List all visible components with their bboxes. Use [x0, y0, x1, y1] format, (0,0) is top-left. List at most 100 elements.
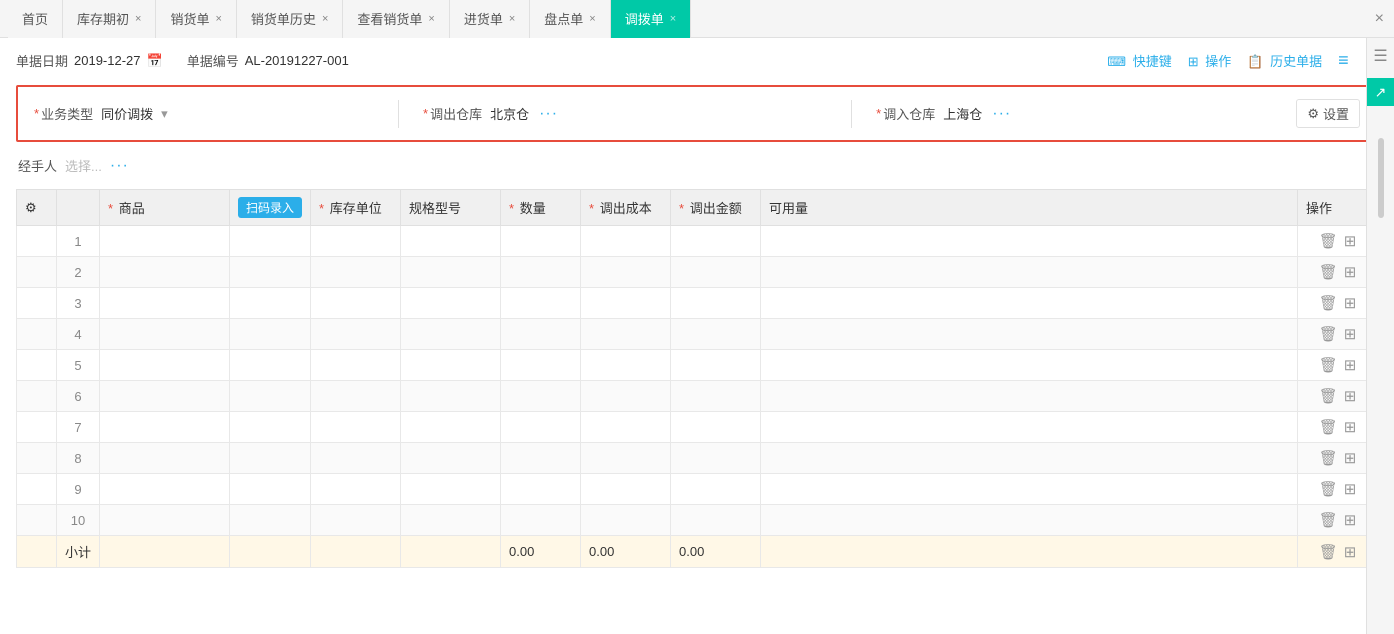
row-copy-icon[interactable]: ⊞ — [1344, 232, 1357, 250]
row-spec-cell[interactable] — [401, 350, 501, 381]
gear-icon[interactable]: ⚙ — [25, 200, 37, 215]
row-delete-icon[interactable]: 🗑 — [1319, 294, 1338, 312]
row-unit-cell[interactable] — [311, 474, 401, 505]
row-delete-icon[interactable]: 🗑 — [1319, 418, 1338, 436]
person-input[interactable]: 选择... — [65, 156, 102, 175]
row-product-cell[interactable] — [100, 474, 230, 505]
tab-home[interactable]: 首页 — [8, 0, 63, 38]
row-avail-cell[interactable] — [761, 257, 1298, 288]
row-cost-cell[interactable] — [581, 350, 671, 381]
row-cost-cell[interactable] — [581, 505, 671, 536]
row-amount-cell[interactable] — [671, 226, 761, 257]
row-copy-icon[interactable]: ⊞ — [1344, 418, 1357, 436]
row-cost-cell[interactable] — [581, 257, 671, 288]
row-qty-cell[interactable] — [501, 288, 581, 319]
row-avail-cell[interactable] — [761, 412, 1298, 443]
business-type-dropdown[interactable]: ▾ — [161, 106, 168, 122]
row-avail-cell[interactable] — [761, 350, 1298, 381]
row-avail-cell[interactable] — [761, 443, 1298, 474]
row-unit-cell[interactable] — [311, 257, 401, 288]
window-close-button[interactable]: × — [1375, 10, 1384, 28]
row-copy-icon[interactable]: ⊞ — [1344, 387, 1357, 405]
row-copy-icon[interactable]: ⊞ — [1344, 449, 1357, 467]
tab-view-sales[interactable]: 查看销货单 × — [343, 0, 449, 38]
row-copy-icon[interactable]: ⊞ — [1344, 356, 1357, 374]
operation-btn[interactable]: ⊞ 操作 — [1188, 51, 1232, 70]
row-qty-cell[interactable] — [501, 350, 581, 381]
row-copy-icon[interactable]: ⊞ — [1344, 511, 1357, 529]
row-unit-cell[interactable] — [311, 226, 401, 257]
transfer-in-more[interactable]: ··· — [992, 105, 1011, 123]
tab-inventory-init-close[interactable]: × — [135, 13, 141, 25]
row-cost-cell[interactable] — [581, 319, 671, 350]
row-avail-cell[interactable] — [761, 474, 1298, 505]
row-spec-cell[interactable] — [401, 474, 501, 505]
sidebar-list-icon[interactable]: ☰ — [1373, 46, 1387, 66]
row-product-cell[interactable] — [100, 443, 230, 474]
row-amount-cell[interactable] — [671, 412, 761, 443]
row-product-cell[interactable] — [100, 257, 230, 288]
row-delete-icon[interactable]: 🗑 — [1319, 387, 1338, 405]
tab-sales-order-close[interactable]: × — [215, 13, 221, 25]
row-avail-cell[interactable] — [761, 288, 1298, 319]
row-product-cell[interactable] — [100, 412, 230, 443]
row-qty-cell[interactable] — [501, 443, 581, 474]
row-cost-cell[interactable] — [581, 474, 671, 505]
row-spec-cell[interactable] — [401, 288, 501, 319]
row-qty-cell[interactable] — [501, 226, 581, 257]
layout-icon[interactable]: ≡ — [1338, 50, 1349, 71]
row-qty-cell[interactable] — [501, 505, 581, 536]
row-avail-cell[interactable] — [761, 381, 1298, 412]
row-copy-icon[interactable]: ⊞ — [1344, 543, 1357, 561]
tab-purchase[interactable]: 进货单 × — [450, 0, 530, 38]
shortcut-key-btn[interactable]: ⌨ 快捷键 — [1107, 51, 1171, 70]
row-delete-icon[interactable]: 🗑 — [1319, 356, 1338, 374]
row-spec-cell[interactable] — [401, 319, 501, 350]
row-amount-cell[interactable] — [671, 443, 761, 474]
row-cost-cell[interactable] — [581, 226, 671, 257]
row-amount-cell[interactable] — [671, 288, 761, 319]
row-product-cell[interactable] — [100, 288, 230, 319]
row-unit-cell[interactable] — [311, 443, 401, 474]
row-amount-cell[interactable] — [671, 474, 761, 505]
calendar-icon[interactable]: 📅 — [147, 53, 163, 69]
row-spec-cell[interactable] — [401, 257, 501, 288]
row-cost-cell[interactable] — [581, 412, 671, 443]
row-qty-cell[interactable] — [501, 381, 581, 412]
row-amount-cell[interactable] — [671, 319, 761, 350]
row-spec-cell[interactable] — [401, 505, 501, 536]
row-avail-cell[interactable] — [761, 319, 1298, 350]
row-amount-cell[interactable] — [671, 350, 761, 381]
row-spec-cell[interactable] — [401, 443, 501, 474]
row-delete-icon[interactable]: 🗑 — [1319, 511, 1338, 529]
row-delete-icon[interactable]: 🗑 — [1319, 232, 1338, 250]
row-unit-cell[interactable] — [311, 350, 401, 381]
row-spec-cell[interactable] — [401, 412, 501, 443]
tab-transfer[interactable]: 调拨单 × — [611, 0, 691, 38]
row-qty-cell[interactable] — [501, 412, 581, 443]
row-delete-icon[interactable]: 🗑 — [1319, 449, 1338, 467]
row-cost-cell[interactable] — [581, 288, 671, 319]
sidebar-export-icon[interactable]: ↗ — [1367, 78, 1394, 106]
row-amount-cell[interactable] — [671, 381, 761, 412]
tab-sales-history[interactable]: 销货单历史 × — [237, 0, 343, 38]
scan-btn[interactable]: 扫码录入 — [238, 197, 302, 218]
tab-inventory-check[interactable]: 盘点单 × — [530, 0, 610, 38]
row-qty-cell[interactable] — [501, 474, 581, 505]
tab-sales-order[interactable]: 销货单 × — [156, 0, 236, 38]
row-delete-icon[interactable]: 🗑 — [1319, 325, 1338, 343]
tab-inventory-check-close[interactable]: × — [589, 13, 595, 25]
scrollbar-thumb[interactable] — [1378, 138, 1384, 218]
row-unit-cell[interactable] — [311, 381, 401, 412]
row-avail-cell[interactable] — [761, 505, 1298, 536]
row-unit-cell[interactable] — [311, 288, 401, 319]
settings-button[interactable]: ⚙ 设置 — [1296, 99, 1360, 128]
row-spec-cell[interactable] — [401, 226, 501, 257]
row-copy-icon[interactable]: ⊞ — [1344, 263, 1357, 281]
tab-purchase-close[interactable]: × — [509, 13, 515, 25]
row-delete-icon[interactable]: 🗑 — [1319, 543, 1338, 561]
row-copy-icon[interactable]: ⊞ — [1344, 325, 1357, 343]
person-more[interactable]: ··· — [110, 157, 129, 175]
col-header-gear[interactable]: ⚙ — [17, 190, 57, 226]
row-unit-cell[interactable] — [311, 412, 401, 443]
